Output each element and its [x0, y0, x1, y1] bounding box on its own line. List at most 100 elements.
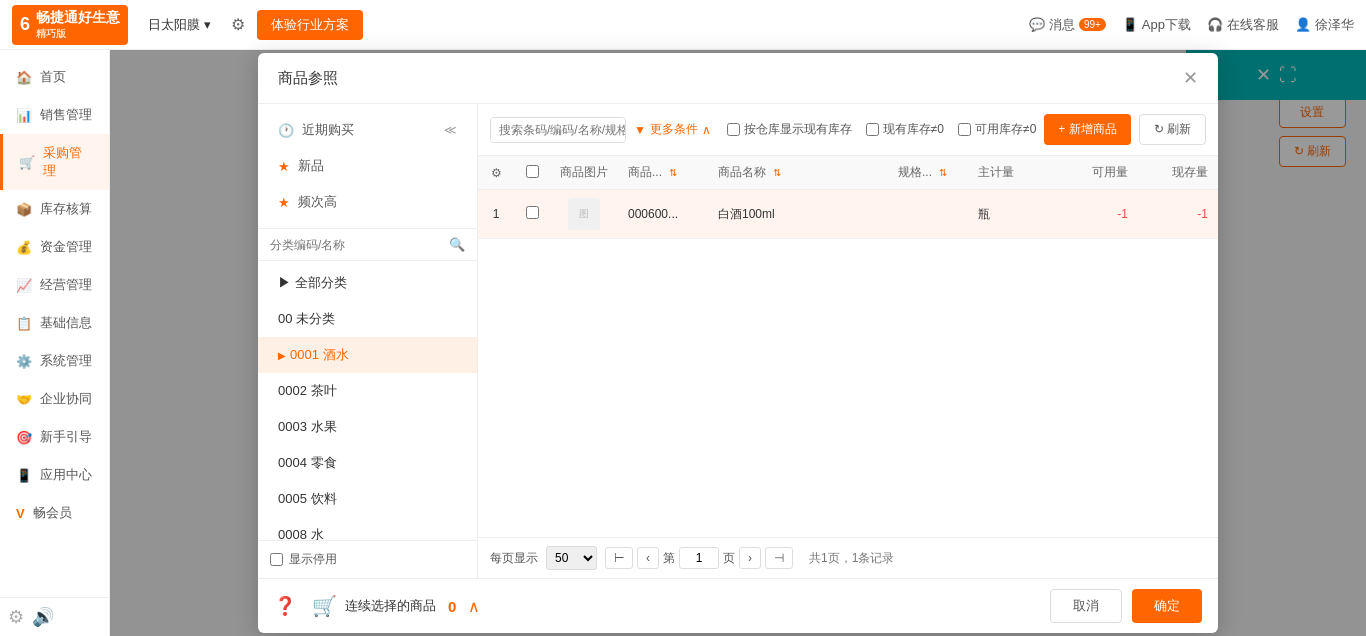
- cell-avail: -1: [1048, 190, 1138, 239]
- nav-user[interactable]: 👤 徐泽华: [1295, 16, 1354, 34]
- sidebar-item-collab[interactable]: 🤝 企业协同: [0, 380, 109, 418]
- app-label: App下载: [1142, 16, 1191, 34]
- filter-button[interactable]: ▼ 更多条件 ∧: [634, 121, 711, 138]
- confirm-button[interactable]: 确定: [1132, 589, 1202, 623]
- sidebar-item-operations[interactable]: 📈 经营管理: [0, 266, 109, 304]
- th-spec[interactable]: 规格... ⇅: [888, 156, 968, 190]
- sidebar-label-basics: 基础信息: [40, 314, 92, 332]
- nav-service[interactable]: 🎧 在线客服: [1207, 16, 1279, 34]
- tab-new-label: 新品: [298, 157, 324, 175]
- th-stock[interactable]: 现存量: [1138, 156, 1218, 190]
- checkbox-stock-nonzero[interactable]: 现有库存≠0: [866, 121, 944, 138]
- category-0008[interactable]: 0008 水: [258, 517, 477, 540]
- checkbox-stock-input[interactable]: [866, 123, 879, 136]
- th-avail[interactable]: 可用量: [1048, 156, 1138, 190]
- sidebar-label-system: 系统管理: [40, 352, 92, 370]
- sidebar-volume-icon[interactable]: 🔊: [32, 606, 54, 628]
- sidebar-item-member[interactable]: V 畅会员: [0, 494, 109, 532]
- checkbox-warehouse-label: 按仓库显示现有库存: [744, 121, 852, 138]
- sidebar-item-purchase[interactable]: 🛒 采购管理: [0, 134, 109, 190]
- table-row[interactable]: 1 图 000600... 白酒100ml: [478, 190, 1218, 239]
- trial-button[interactable]: 体验行业方案: [257, 10, 363, 40]
- modal-left-tabs: 🕐 近期购买 ≪ ★ 新品 ★ 频次高: [258, 104, 477, 229]
- operations-icon: 📈: [16, 278, 32, 293]
- sidebar-label-collab: 企业协同: [40, 390, 92, 408]
- category-all[interactable]: ▶ 全部分类: [258, 265, 477, 301]
- sidebar-label-finance: 资金管理: [40, 238, 92, 256]
- th-unit[interactable]: 主计量: [968, 156, 1048, 190]
- cart-icon[interactable]: 🛒: [312, 594, 337, 618]
- toolbar-right: + 新增商品 ↻ 刷新: [1044, 114, 1206, 145]
- select-all-checkbox[interactable]: [526, 165, 539, 178]
- collapse-up-icon[interactable]: ∧: [468, 597, 480, 616]
- sort-code-icon: ⇅: [669, 167, 677, 178]
- sidebar-label-home: 首页: [40, 68, 66, 86]
- page-number-input[interactable]: [679, 547, 719, 569]
- th-name[interactable]: 商品名称 ⇅: [708, 156, 888, 190]
- help-icon[interactable]: ❓: [274, 595, 296, 617]
- modal-close-button[interactable]: ✕: [1183, 67, 1198, 89]
- sidebar-label-operations: 经营管理: [40, 276, 92, 294]
- collapse-left-icon[interactable]: ≪: [444, 123, 457, 137]
- tab-recent-purchase[interactable]: 🕐 近期购买 ≪: [258, 112, 477, 148]
- sidebar-item-finance[interactable]: 💰 资金管理: [0, 228, 109, 266]
- checkbox-warehouse-stock[interactable]: 按仓库显示现有库存: [727, 121, 852, 138]
- sidebar-item-basics[interactable]: 📋 基础信息: [0, 304, 109, 342]
- category-search-icon[interactable]: 🔍: [449, 237, 465, 252]
- page-prev-btn[interactable]: ‹: [637, 547, 659, 569]
- page-next-btn[interactable]: ›: [739, 547, 761, 569]
- sidebar-item-guide[interactable]: 🎯 新手引导: [0, 418, 109, 456]
- add-product-button[interactable]: + 新增商品: [1044, 114, 1130, 145]
- category-search-input[interactable]: [270, 238, 445, 252]
- sidebar-bottom: ⚙ 🔊: [0, 597, 109, 636]
- tab-new-products[interactable]: ★ 新品: [258, 148, 477, 184]
- filter-label: 更多条件: [650, 121, 698, 138]
- page-last-btn[interactable]: ⊣: [765, 547, 793, 569]
- filter-arrow-icon: ∧: [702, 123, 711, 137]
- checkbox-warehouse-input[interactable]: [727, 123, 740, 136]
- cell-check[interactable]: [514, 190, 550, 239]
- sidebar-item-inventory[interactable]: 📦 库存核算: [0, 190, 109, 228]
- refresh-button[interactable]: ↻ 刷新: [1139, 114, 1206, 145]
- nav-messages[interactable]: 💬 消息 99+: [1029, 16, 1106, 34]
- category-0004[interactable]: 0004 零食: [258, 445, 477, 481]
- cart-count: 0: [448, 598, 456, 615]
- store-selector[interactable]: 日太阳膜 ▾: [140, 16, 219, 34]
- row-checkbox[interactable]: [526, 206, 539, 219]
- message-badge: 99+: [1079, 18, 1106, 31]
- cancel-button[interactable]: 取消: [1050, 589, 1122, 623]
- gear-icon[interactable]: ⚙: [231, 15, 245, 34]
- show-disabled-checkbox[interactable]: [270, 553, 283, 566]
- nav-app[interactable]: 📱 App下载: [1122, 16, 1191, 34]
- sidebar-settings-icon[interactable]: ⚙: [8, 606, 24, 628]
- th-settings[interactable]: ⚙: [478, 156, 514, 190]
- page-total-info: 共1页，1条记录: [809, 550, 894, 567]
- sidebar-item-home[interactable]: 🏠 首页: [0, 58, 109, 96]
- sidebar-item-apps[interactable]: 📱 应用中心: [0, 456, 109, 494]
- sidebar-item-sales[interactable]: 📊 销售管理: [0, 96, 109, 134]
- tab-high-frequency[interactable]: ★ 频次高: [258, 184, 477, 220]
- show-disabled-label: 显示停用: [289, 551, 337, 568]
- bottom-buttons: 取消 确定: [1050, 589, 1202, 623]
- sidebar-item-system[interactable]: ⚙️ 系统管理: [0, 342, 109, 380]
- checkbox-avail-nonzero[interactable]: 可用库存≠0: [958, 121, 1036, 138]
- checkbox-avail-input[interactable]: [958, 123, 971, 136]
- user-icon: 👤: [1295, 17, 1311, 32]
- product-search-input[interactable]: [491, 118, 626, 142]
- logo: 6 畅捷通好生意 精巧版: [12, 5, 128, 45]
- collab-icon: 🤝: [16, 392, 32, 407]
- category-0005[interactable]: 0005 饮料: [258, 481, 477, 517]
- sidebar-label-inventory: 库存核算: [40, 200, 92, 218]
- basics-icon: 📋: [16, 316, 32, 331]
- page-first-btn[interactable]: ⊢: [605, 547, 633, 569]
- sort-name-icon: ⇅: [773, 167, 781, 178]
- category-0003[interactable]: 0003 水果: [258, 409, 477, 445]
- cat-0001-label: 0001 酒水: [290, 346, 349, 364]
- category-0002[interactable]: 0002 茶叶: [258, 373, 477, 409]
- category-0001[interactable]: ▶ 0001 酒水: [258, 337, 477, 373]
- per-page-select[interactable]: 50 10 20 100: [546, 546, 597, 570]
- checkbox-stock-label: 现有库存≠0: [883, 121, 944, 138]
- th-code[interactable]: 商品... ⇅: [618, 156, 708, 190]
- category-00[interactable]: 00 未分类: [258, 301, 477, 337]
- all-categories-label: ▶ 全部分类: [278, 274, 347, 292]
